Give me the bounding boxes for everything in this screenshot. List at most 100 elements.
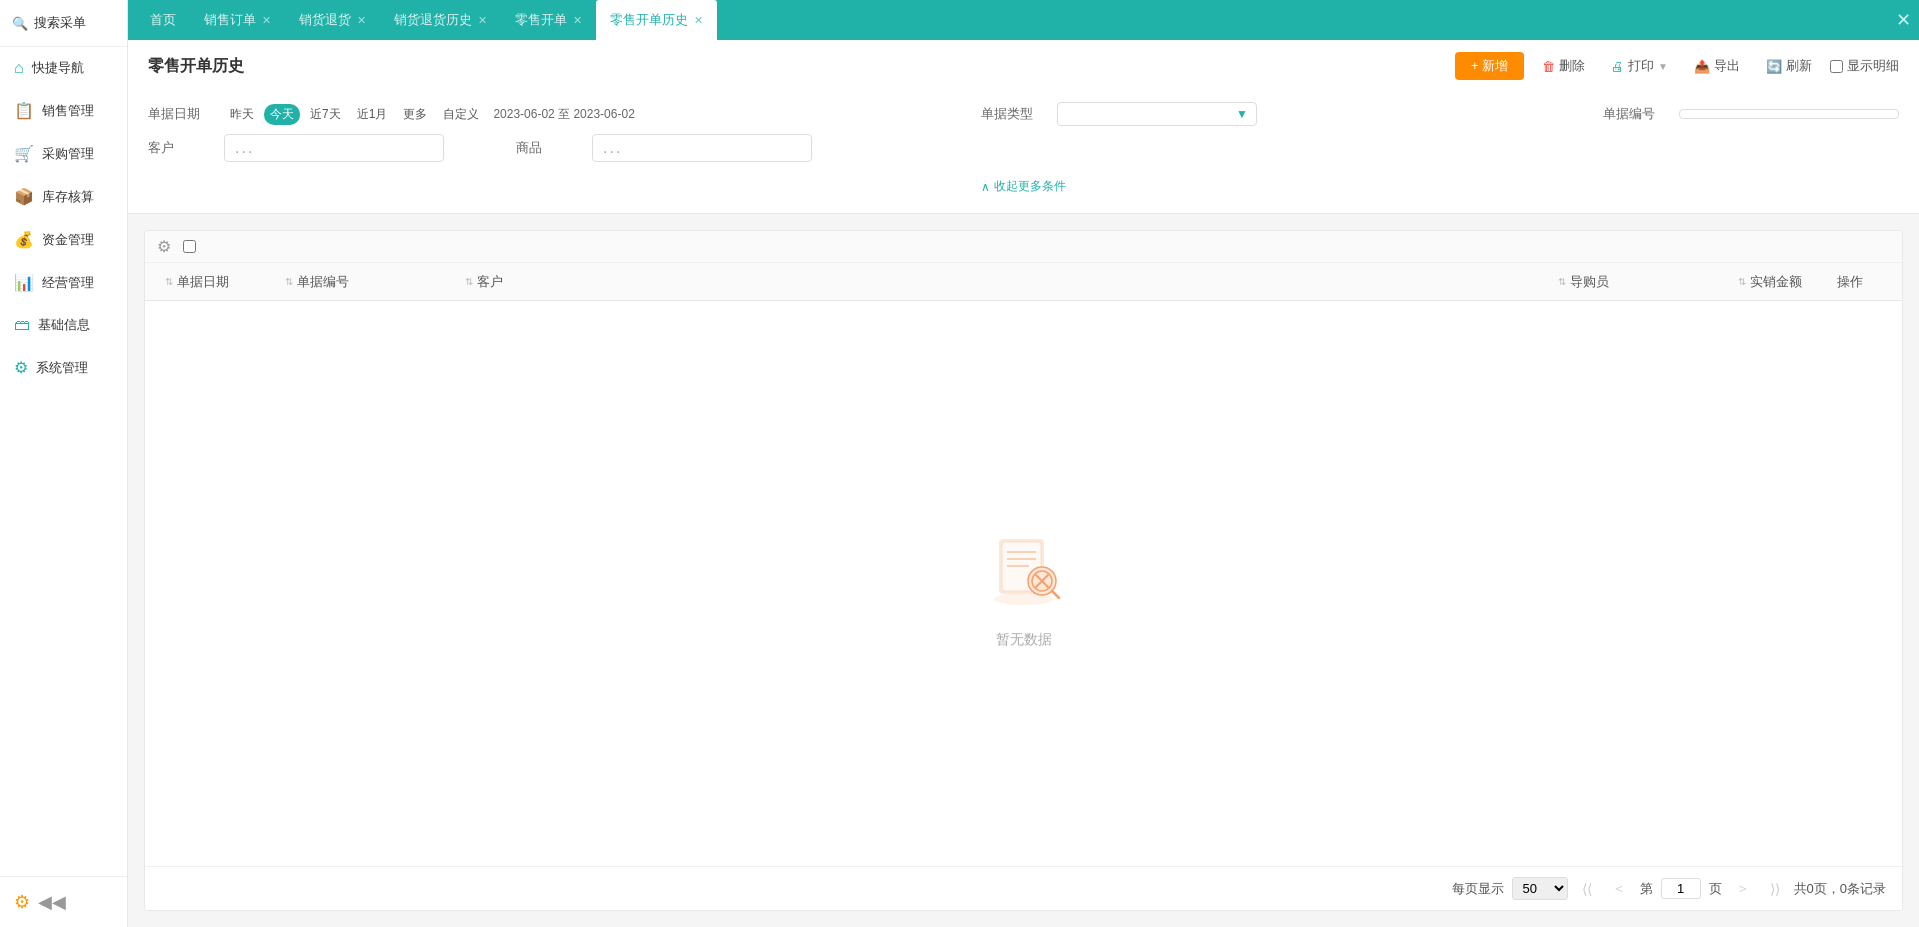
date-btn-7days[interactable]: 近7天 bbox=[304, 104, 347, 125]
page-input[interactable] bbox=[1661, 878, 1701, 899]
bill-type-select[interactable]: ▼ bbox=[1057, 102, 1257, 126]
pagination: 每页显示 50 20 100 ⟨⟨ ＜ 第 页 ＞ ⟩⟩ 共0页，0条记录 bbox=[145, 866, 1902, 910]
sidebar-item-label: 资金管理 bbox=[42, 231, 94, 249]
main-content: 首页 销售订单 ✕ 销货退货 ✕ 销货退货历史 ✕ 零售开单 ✕ 零售开单历史 … bbox=[128, 0, 1919, 927]
sidebar-item-label: 基础信息 bbox=[38, 316, 90, 334]
th-customer[interactable]: ⇅ 客户 bbox=[457, 273, 1550, 291]
tab-sales-return-label: 销货退货 bbox=[299, 11, 351, 29]
tab-sales-order-close[interactable]: ✕ bbox=[262, 14, 271, 27]
filter-area: 单据日期 昨天 今天 近7天 近1月 更多 自定义 2023-06-02 至 2… bbox=[148, 92, 1899, 213]
tab-sales-return-history[interactable]: 销货退货历史 ✕ bbox=[380, 0, 501, 40]
total-label: 共0页，0条记录 bbox=[1794, 880, 1886, 898]
sidebar-item-inventory[interactable]: 📦 库存核算 bbox=[0, 175, 127, 218]
refresh-button-label: 刷新 bbox=[1786, 57, 1812, 75]
tab-home[interactable]: 首页 bbox=[136, 0, 190, 40]
page-label-before: 第 bbox=[1640, 880, 1653, 898]
date-btn-more[interactable]: 更多 bbox=[397, 104, 433, 125]
add-button[interactable]: + 新增 bbox=[1455, 52, 1524, 80]
tab-retail-open-history-close[interactable]: ✕ bbox=[694, 14, 703, 27]
sidebar: 🔍 搜索采单 ⌂ 快捷导航 📋 销售管理 🛒 采购管理 📦 库存核算 💰 资金管… bbox=[0, 0, 128, 927]
tab-sales-order[interactable]: 销售订单 ✕ bbox=[190, 0, 285, 40]
print-icon: 🖨 bbox=[1611, 59, 1624, 74]
tab-sales-return-close[interactable]: ✕ bbox=[357, 14, 366, 27]
sidebar-item-base-info[interactable]: 🗃 基础信息 bbox=[0, 304, 127, 346]
sort-icon: ⇅ bbox=[165, 276, 173, 287]
collapse-sidebar-icon[interactable]: ◀◀ bbox=[38, 891, 66, 913]
sort-icon: ⇅ bbox=[465, 276, 473, 287]
sidebar-item-purchase-mgmt[interactable]: 🛒 采购管理 bbox=[0, 132, 127, 175]
display-detail-toggle[interactable]: 显示明细 bbox=[1830, 57, 1899, 75]
display-detail-checkbox[interactable] bbox=[1830, 60, 1843, 73]
prev-page-btn[interactable]: ＜ bbox=[1606, 878, 1632, 900]
tab-sales-return[interactable]: 销货退货 ✕ bbox=[285, 0, 380, 40]
refresh-button[interactable]: 🔄 刷新 bbox=[1758, 53, 1820, 79]
date-btn-1month[interactable]: 近1月 bbox=[351, 104, 394, 125]
tab-retail-open-close[interactable]: ✕ bbox=[573, 14, 582, 27]
print-button[interactable]: 🖨 打印 ▼ bbox=[1603, 53, 1676, 79]
toolbar: + 新增 🗑 删除 🖨 打印 ▼ 📤 导出 bbox=[1455, 52, 1899, 80]
table-toolbar: ⚙ bbox=[145, 231, 1902, 263]
date-range-value: 2023-06-02 至 2023-06-02 bbox=[493, 106, 634, 123]
page-title: 零售开单历史 bbox=[148, 56, 244, 77]
th-bill-no[interactable]: ⇅ 单据编号 bbox=[277, 273, 457, 291]
bill-no-input[interactable] bbox=[1679, 109, 1899, 119]
settings-icon[interactable]: ⚙ bbox=[14, 891, 30, 913]
th-amount[interactable]: ⇅ 实销金额 bbox=[1690, 273, 1810, 291]
filter-row-2: 客户 ... 商品 ... bbox=[148, 134, 1899, 162]
table-settings-icon[interactable]: ⚙ bbox=[157, 237, 171, 256]
page-title-row: 零售开单历史 + 新增 🗑 删除 🖨 打印 ▼ 📤 bbox=[148, 52, 1899, 80]
empty-text: 暂无数据 bbox=[996, 631, 1052, 649]
first-page-btn[interactable]: ⟨⟨ bbox=[1576, 879, 1598, 899]
tab-bar: 首页 销售订单 ✕ 销货退货 ✕ 销货退货历史 ✕ 零售开单 ✕ 零售开单历史 … bbox=[128, 0, 1919, 40]
next-page-btn[interactable]: ＞ bbox=[1730, 878, 1756, 900]
per-page-select[interactable]: 50 20 100 bbox=[1512, 877, 1568, 900]
empty-state: 暂无数据 bbox=[145, 301, 1902, 866]
goods-input[interactable]: ... bbox=[592, 134, 812, 162]
sidebar-item-quick-nav[interactable]: ⌂ 快捷导航 bbox=[0, 47, 127, 89]
delete-button-label: 删除 bbox=[1559, 57, 1585, 75]
date-btn-yesterday[interactable]: 昨天 bbox=[224, 104, 260, 125]
sales-icon: 📋 bbox=[14, 101, 34, 120]
sidebar-item-operations[interactable]: 📊 经营管理 bbox=[0, 261, 127, 304]
inventory-icon: 📦 bbox=[14, 187, 34, 206]
window-close-btn[interactable]: ✕ bbox=[1896, 9, 1911, 31]
tab-sales-return-history-close[interactable]: ✕ bbox=[478, 14, 487, 27]
date-btn-today[interactable]: 今天 bbox=[264, 104, 300, 125]
date-btn-custom[interactable]: 自定义 bbox=[437, 104, 485, 125]
sidebar-item-sales-mgmt[interactable]: 📋 销售管理 bbox=[0, 89, 127, 132]
table-header: ⇅ 单据日期 ⇅ 单据编号 ⇅ 客户 ⇅ 导购员 bbox=[145, 263, 1902, 301]
tab-retail-open[interactable]: 零售开单 ✕ bbox=[501, 0, 596, 40]
sidebar-item-system[interactable]: ⚙ 系统管理 bbox=[0, 346, 127, 389]
tab-retail-open-history[interactable]: 零售开单历史 ✕ bbox=[596, 0, 717, 40]
th-guide[interactable]: ⇅ 导购员 bbox=[1550, 273, 1690, 291]
select-all-checkbox[interactable] bbox=[183, 240, 196, 253]
bill-no-label: 单据编号 bbox=[1603, 105, 1663, 123]
page-header: 零售开单历史 + 新增 🗑 删除 🖨 打印 ▼ 📤 bbox=[128, 40, 1919, 214]
sort-icon: ⇅ bbox=[285, 276, 293, 287]
last-page-btn[interactable]: ⟩⟩ bbox=[1764, 879, 1786, 899]
data-table: ⚙ ⇅ 单据日期 ⇅ 单据编号 ⇅ 客户 bbox=[144, 230, 1903, 911]
finance-icon: 💰 bbox=[14, 230, 34, 249]
sidebar-item-label: 快捷导航 bbox=[32, 59, 84, 77]
sort-icon: ⇅ bbox=[1738, 276, 1746, 287]
export-button[interactable]: 📤 导出 bbox=[1686, 53, 1748, 79]
th-date[interactable]: ⇅ 单据日期 bbox=[157, 273, 277, 291]
collapse-button[interactable]: ∧ 收起更多条件 bbox=[981, 174, 1066, 199]
export-button-label: 导出 bbox=[1714, 57, 1740, 75]
svg-line-10 bbox=[1052, 591, 1059, 598]
tab-home-label: 首页 bbox=[150, 11, 176, 29]
filter-row-1: 单据日期 昨天 今天 近7天 近1月 更多 自定义 2023-06-02 至 2… bbox=[148, 102, 1899, 126]
delete-button[interactable]: 🗑 删除 bbox=[1534, 53, 1593, 79]
sidebar-item-label: 系统管理 bbox=[36, 359, 88, 377]
operations-icon: 📊 bbox=[14, 273, 34, 292]
sidebar-search[interactable]: 🔍 搜索采单 bbox=[0, 0, 127, 47]
page-label-after: 页 bbox=[1709, 880, 1722, 898]
display-detail-label: 显示明细 bbox=[1847, 57, 1899, 75]
sidebar-item-label: 经营管理 bbox=[42, 274, 94, 292]
customer-input[interactable]: ... bbox=[224, 134, 444, 162]
tab-bar-right: ✕ bbox=[1896, 9, 1911, 31]
sidebar-item-label: 采购管理 bbox=[42, 145, 94, 163]
sidebar-item-finance[interactable]: 💰 资金管理 bbox=[0, 218, 127, 261]
goods-label: 商品 bbox=[516, 139, 576, 157]
export-icon: 📤 bbox=[1694, 59, 1710, 74]
